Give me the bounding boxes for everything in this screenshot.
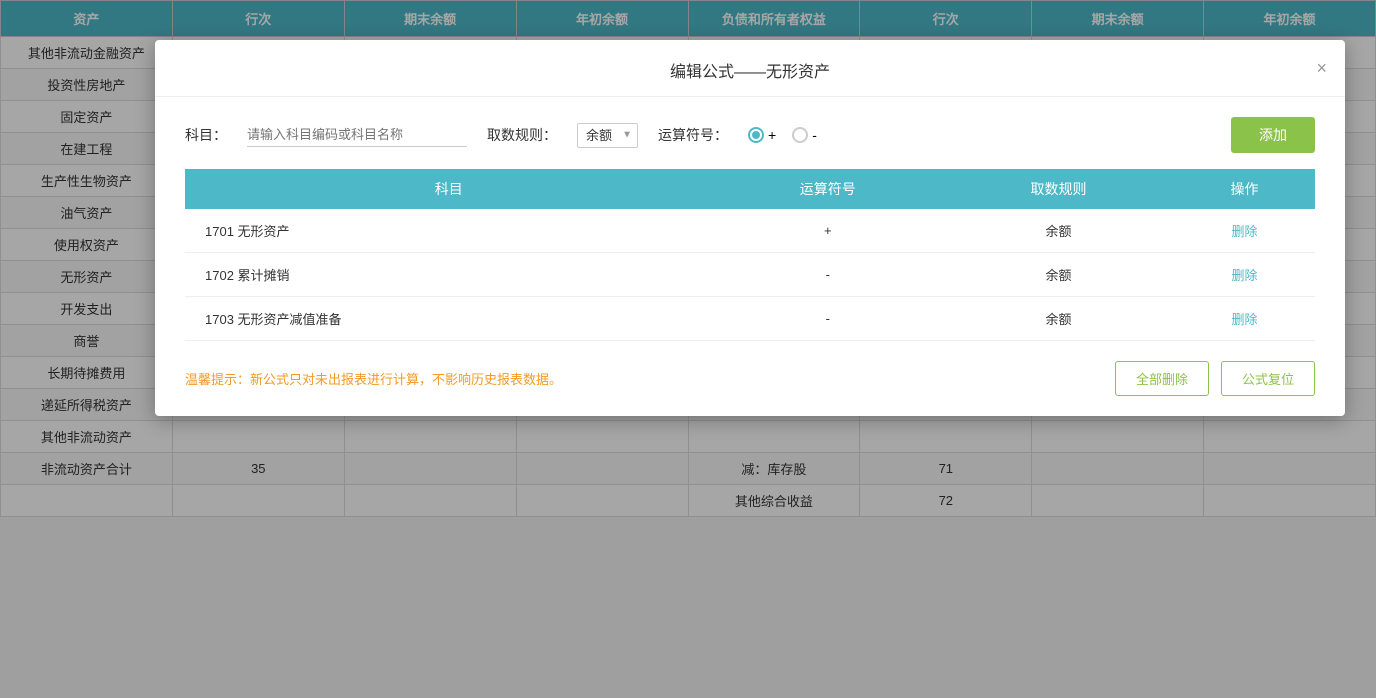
delete-row-button[interactable]: 删除: [1231, 312, 1257, 327]
formula-table-row: 1702 累计摊销-余额 删除: [185, 253, 1315, 297]
formula-table: 科目运算符号取数规则操作 1701 无形资产+余额删除1702 累计摊销-余额删…: [185, 169, 1315, 341]
formula-col-header: 操作: [1174, 169, 1315, 209]
formula-table-row: 1701 无形资产+余额 删除: [185, 209, 1315, 253]
rule-select-wrap[interactable]: 余额 借方 贷方 ▼: [577, 123, 638, 148]
operator-plus-radio[interactable]: +: [748, 127, 776, 143]
formula-action-cell: 删除: [1174, 209, 1315, 253]
footer-tip: 温馨提示：新公式只对未出报表进行计算，不影响历史报表数据。: [185, 369, 562, 388]
formula-table-body: 1701 无形资产+余额删除1702 累计摊销-余额删除1703 无形资产减值准…: [185, 209, 1315, 341]
delete-row-button[interactable]: 删除: [1231, 224, 1257, 239]
formula-rule-cell: 余额: [943, 253, 1174, 297]
formula-operator-cell: -: [712, 297, 943, 341]
formula-operator-cell: -: [712, 253, 943, 297]
subject-label: 科目：: [185, 125, 227, 145]
formula-subject-cell: 1701 无形资产: [185, 209, 712, 253]
formula-subject-cell: 1703 无形资产减值准备: [185, 297, 712, 341]
formula-rule-cell: 余额: [943, 297, 1174, 341]
operator-radio-group: + -: [748, 127, 817, 143]
formula-col-header: 科目: [185, 169, 712, 209]
close-button[interactable]: ×: [1316, 59, 1327, 77]
modal-header: 编辑公式——无形资产 ×: [155, 40, 1345, 97]
modal-title: 编辑公式——无形资产: [670, 58, 830, 82]
formula-operator-cell: +: [712, 209, 943, 253]
inner-table-wrap: 科目运算符号取数规则操作 1701 无形资产+余额删除1702 累计摊销-余额删…: [185, 169, 1315, 341]
operator-plus-label: +: [768, 127, 776, 143]
add-button[interactable]: 添加: [1231, 117, 1315, 153]
formula-table-header: 科目运算符号取数规则操作: [185, 169, 1315, 209]
radio-circle-plus: [748, 127, 764, 143]
formula-col-header: 运算符号: [712, 169, 943, 209]
delete-all-button[interactable]: 全部删除: [1115, 361, 1209, 396]
operator-label: 运算符号：: [658, 125, 728, 145]
radio-circle-minus: [792, 127, 808, 143]
rule-select[interactable]: 余额 借方 贷方: [577, 123, 638, 148]
subject-input[interactable]: [247, 123, 467, 147]
formula-action-cell: 删除: [1174, 253, 1315, 297]
formula-action-cell: 删除: [1174, 297, 1315, 341]
edit-formula-modal: 编辑公式——无形资产 × 科目： 取数规则： 余额 借方 贷方 ▼ 运算符号： …: [155, 40, 1345, 416]
formula-table-row: 1703 无形资产减值准备-余额 删除: [185, 297, 1315, 341]
rule-label: 取数规则：: [487, 125, 557, 145]
form-row: 科目： 取数规则： 余额 借方 贷方 ▼ 运算符号： + - 添加: [155, 97, 1345, 169]
delete-row-button[interactable]: 删除: [1231, 268, 1257, 283]
footer-buttons: 全部删除 公式复位: [1115, 361, 1315, 396]
operator-minus-label: -: [812, 127, 817, 143]
modal-footer: 温馨提示：新公式只对未出报表进行计算，不影响历史报表数据。 全部删除 公式复位: [155, 341, 1345, 396]
formula-subject-cell: 1702 累计摊销: [185, 253, 712, 297]
operator-minus-radio[interactable]: -: [792, 127, 817, 143]
formula-col-header: 取数规则: [943, 169, 1174, 209]
formula-rule-cell: 余额: [943, 209, 1174, 253]
reset-button[interactable]: 公式复位: [1221, 361, 1315, 396]
